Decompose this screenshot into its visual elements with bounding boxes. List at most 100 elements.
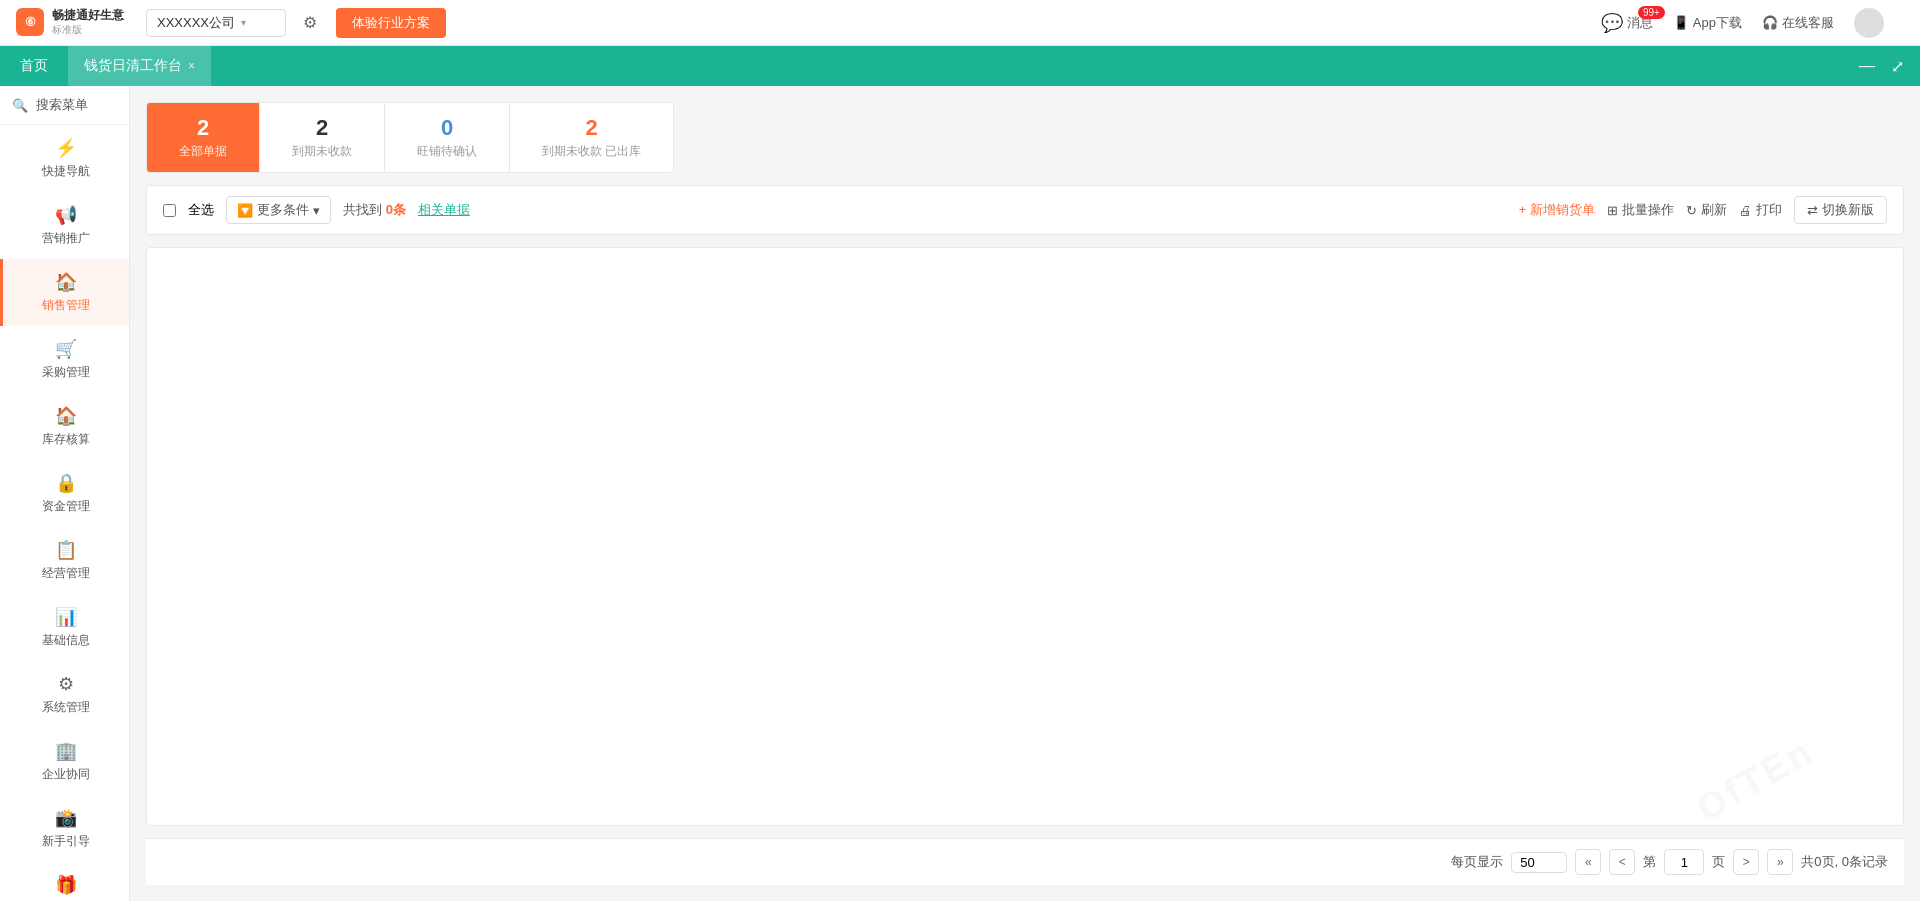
guide-icon: 📸	[55, 807, 77, 829]
sidebar-item-operations[interactable]: 📋 经营管理	[0, 527, 129, 594]
sidebar-item-finance[interactable]: 🔒 资金管理	[0, 460, 129, 527]
tab-current[interactable]: 钱货日清工作台 ×	[68, 46, 211, 86]
stats-num-shipped: 2	[586, 115, 598, 141]
stats-label-overdue: 到期未收款	[292, 143, 352, 160]
chevron-down-filter-icon: ▾	[313, 203, 320, 218]
chevron-down-icon: ▾	[241, 17, 246, 28]
batch-operation-button[interactable]: ⊞ 批量操作	[1607, 201, 1674, 219]
headset-icon: 🎧	[1762, 15, 1778, 30]
gear-icon: ⚙	[58, 673, 74, 695]
related-link[interactable]: 相关单据	[418, 201, 470, 219]
sidebar-item-label: 库存核算	[42, 431, 90, 448]
stats-tab-pending[interactable]: 0 旺铺待确认	[385, 103, 510, 172]
logo-area: ⑥ 畅捷通好生意 标准版	[16, 8, 146, 36]
print-button[interactable]: 🖨 打印	[1739, 201, 1782, 219]
avatar[interactable]	[1854, 8, 1884, 38]
svg-text:⑥: ⑥	[25, 15, 36, 29]
sidebar: 🔍 搜索菜单 ⚡ 快捷导航 📢 营销推广 🏠 销售管理 🛒 采购管理 🏠 库存核…	[0, 86, 130, 901]
stats-tab-overdue[interactable]: 2 到期未收款	[260, 103, 385, 172]
top-header: ⑥ 畅捷通好生意 标准版 XXXXXX公司 ▾ ⚙ 体验行业方案 💬 消息 99…	[0, 0, 1920, 46]
refresh-button[interactable]: ↻ 刷新	[1686, 201, 1727, 219]
tab-bar: 首页 钱货日清工作台 × — ⤢	[0, 46, 1920, 86]
content-inner: 2 全部单据 2 到期未收款 0 旺铺待确认 2 到期未收款 已出库	[130, 86, 1920, 901]
stats-label-pending: 旺铺待确认	[417, 143, 477, 160]
filter-icon: 🔽	[237, 203, 253, 218]
megaphone-icon: 📢	[55, 204, 77, 226]
print-label: 打印	[1756, 201, 1782, 219]
next-page-button[interactable]: >	[1733, 849, 1759, 875]
filter-label: 更多条件	[257, 201, 309, 219]
sidebar-item-label: 新手引导	[42, 833, 90, 850]
database-icon: 📊	[55, 606, 77, 628]
sidebar-item-quick-nav[interactable]: ⚡ 快捷导航	[0, 125, 129, 192]
last-page-button[interactable]: »	[1767, 849, 1793, 875]
app-download-label: App下载	[1693, 14, 1742, 32]
sidebar-item-marketing[interactable]: 📢 营销推广	[0, 192, 129, 259]
sidebar-item-inventory[interactable]: 🏠 库存核算	[0, 393, 129, 460]
tab-label: 钱货日清工作台	[84, 57, 182, 75]
found-text: 共找到 0条	[343, 201, 406, 219]
pagination-total: 共0页, 0条记录	[1801, 853, 1888, 871]
first-page-button[interactable]: «	[1575, 849, 1601, 875]
minimize-icon[interactable]: —	[1855, 53, 1879, 79]
filter-button[interactable]: 🔽 更多条件 ▾	[226, 196, 331, 224]
page-size-select[interactable]: 20 50 100	[1511, 852, 1567, 873]
page-size-label: 每页显示	[1451, 853, 1503, 871]
main-layout: 🔍 搜索菜单 ⚡ 快捷导航 📢 营销推广 🏠 销售管理 🛒 采购管理 🏠 库存核…	[0, 86, 1920, 901]
tab-home[interactable]: 首页	[0, 46, 68, 86]
logo-sub-text: 标准版	[52, 23, 124, 37]
prev-page-button[interactable]: <	[1609, 849, 1635, 875]
sidebar-item-sales[interactable]: 🏠 销售管理	[0, 259, 129, 326]
page-prefix: 第	[1643, 853, 1656, 871]
stats-label-shipped: 到期未收款 已出库	[542, 143, 641, 160]
page-suffix: 页	[1712, 853, 1725, 871]
pagination-bar: 每页显示 20 50 100 « < 第 页 > » 共0页, 0条记录	[146, 838, 1904, 885]
message-button[interactable]: 💬 消息 99+	[1601, 12, 1653, 34]
message-icon: 💬	[1601, 12, 1623, 34]
stats-num-all: 2	[197, 115, 209, 141]
online-service-button[interactable]: 🎧 在线客服	[1762, 14, 1834, 32]
gift-icon: 🎁	[55, 874, 77, 896]
sidebar-item-system[interactable]: ⚙ 系统管理	[0, 661, 129, 728]
sidebar-item-label: 采购管理	[42, 364, 90, 381]
lightning-icon: ⚡	[55, 137, 77, 159]
stats-label-all: 全部单据	[179, 143, 227, 160]
printer-icon: 🖨	[1739, 203, 1752, 218]
toolbar-right: + 新增销货单 ⊞ 批量操作 ↻ 刷新 🖨 打印 ⇄	[1519, 196, 1887, 224]
table-area	[146, 247, 1904, 826]
switch-version-button[interactable]: ⇄ 切换新版	[1794, 196, 1887, 224]
sidebar-item-guide[interactable]: 📸 新手引导	[0, 795, 129, 862]
logo-main-text: 畅捷通好生意	[52, 8, 124, 22]
trial-btn[interactable]: 体验行业方案	[336, 8, 446, 38]
sidebar-search[interactable]: 🔍 搜索菜单	[0, 86, 129, 125]
sidebar-item-enterprise[interactable]: 🏢 企业协同	[0, 728, 129, 795]
settings-button[interactable]: ⚙	[294, 7, 326, 39]
sidebar-item-app-center[interactable]: 🎁 应用中心	[0, 862, 129, 901]
maximize-icon[interactable]: ⤢	[1887, 53, 1908, 80]
select-all-checkbox[interactable]	[163, 204, 176, 217]
stats-num-pending: 0	[441, 115, 453, 141]
sidebar-item-purchase[interactable]: 🛒 采购管理	[0, 326, 129, 393]
refresh-label: 刷新	[1701, 201, 1727, 219]
sidebar-item-label: 系统管理	[42, 699, 90, 716]
header-right: 💬 消息 99+ 📱 App下载 🎧 在线客服	[1601, 8, 1904, 38]
sidebar-item-label: 基础信息	[42, 632, 90, 649]
sidebar-item-label: 营销推广	[42, 230, 90, 247]
switch-label: 切换新版	[1822, 201, 1874, 219]
stats-tab-all[interactable]: 2 全部单据	[147, 103, 260, 172]
app-download-button[interactable]: 📱 App下载	[1673, 14, 1742, 32]
stats-tab-shipped[interactable]: 2 到期未收款 已出库	[510, 103, 673, 172]
company-selector[interactable]: XXXXXX公司 ▾	[146, 9, 286, 37]
toolbar: 全选 🔽 更多条件 ▾ 共找到 0条 相关单据 + 新增销货单 ⊞ 批量操作	[146, 185, 1904, 235]
switch-icon: ⇄	[1807, 203, 1818, 218]
page-number-input[interactable]	[1664, 849, 1704, 875]
tab-close-icon[interactable]: ×	[188, 59, 195, 73]
found-prefix: 共找到	[343, 202, 382, 217]
sidebar-item-base-info[interactable]: 📊 基础信息	[0, 594, 129, 661]
logo-text: 畅捷通好生意 标准版	[52, 8, 124, 36]
warehouse-icon: 🏠	[55, 405, 77, 427]
add-sales-order-button[interactable]: + 新增销货单	[1519, 201, 1595, 219]
batch-icon: ⊞	[1607, 203, 1618, 218]
clipboard-icon: 📋	[55, 539, 77, 561]
sidebar-item-label: 企业协同	[42, 766, 90, 783]
